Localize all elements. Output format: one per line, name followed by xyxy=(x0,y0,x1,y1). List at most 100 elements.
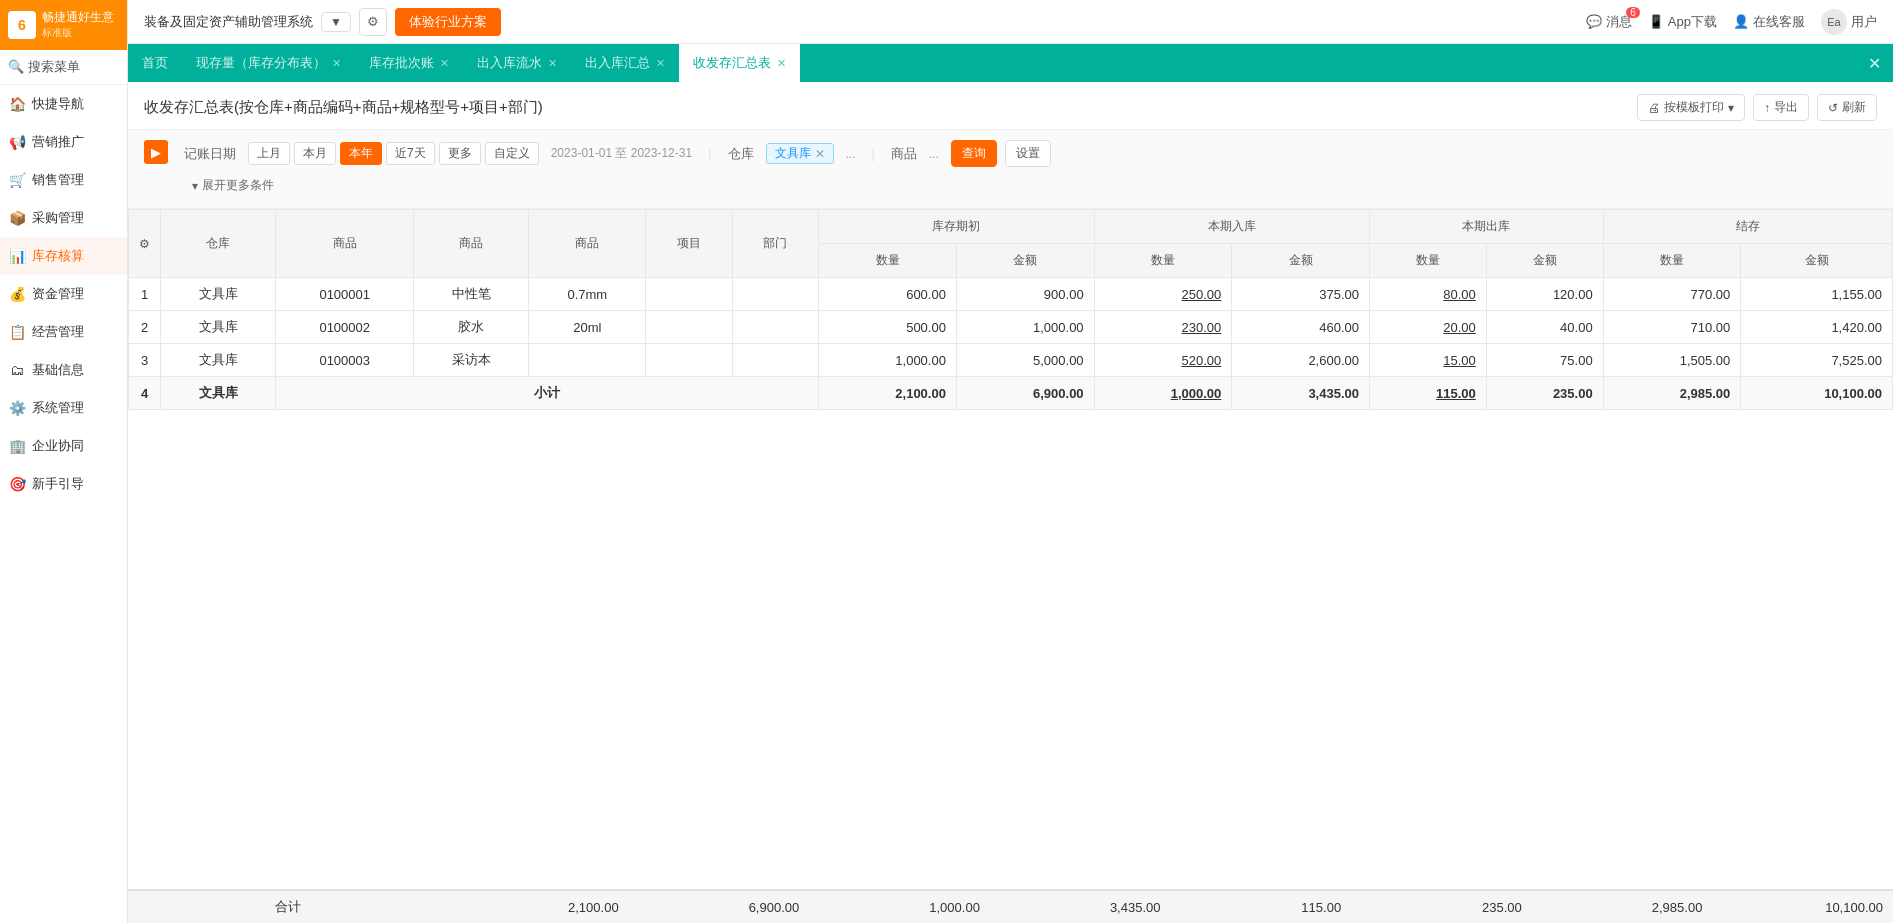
tab-close-batch[interactable]: ✕ xyxy=(440,57,449,70)
filter-arrow-btn[interactable]: ▶ xyxy=(144,140,168,164)
app-title: 畅捷通好生意 标准版 xyxy=(42,10,114,40)
sidebar-item-purchase[interactable]: 📦 采购管理 xyxy=(0,199,127,237)
date-btn-this-month[interactable]: 本月 xyxy=(294,142,336,165)
sidebar-item-quick-nav[interactable]: 🏠 快捷导航 xyxy=(0,85,127,123)
row-balance-qty: 1,505.00 xyxy=(1603,344,1741,377)
row-opening-amt: 1,000.00 xyxy=(956,311,1094,344)
close-all-tabs[interactable]: ✕ xyxy=(1856,54,1893,73)
operations-icon: 📋 xyxy=(8,323,26,341)
tab-close-recv-send-sum[interactable]: ✕ xyxy=(777,57,786,70)
row-out-qty[interactable]: 80.00 xyxy=(1369,278,1486,311)
tab-close-inout-sum[interactable]: ✕ xyxy=(656,57,665,70)
col-in-qty: 数量 xyxy=(1094,244,1232,278)
row-out-amt: 40.00 xyxy=(1486,311,1603,344)
tab-stock-dist[interactable]: 现存量（库存分布表） ✕ xyxy=(182,44,355,82)
basic-info-icon: 🗂 xyxy=(8,361,26,379)
row-in-qty[interactable]: 250.00 xyxy=(1094,278,1232,311)
print-button[interactable]: 🖨 按模板打印 ▾ xyxy=(1637,94,1745,121)
date-btn-last-month[interactable]: 上月 xyxy=(248,142,290,165)
refresh-button[interactable]: ↺ 刷新 xyxy=(1817,94,1877,121)
page-header: 收发存汇总表(按仓库+商品编码+商品+规格型号+项目+部门) 🖨 按模板打印 ▾… xyxy=(128,82,1893,130)
sidebar-item-enterprise[interactable]: 🏢 企业协同 xyxy=(0,427,127,465)
col-group-balance: 结存 xyxy=(1603,210,1892,244)
sidebar-item-system[interactable]: ⚙️ 系统管理 xyxy=(0,389,127,427)
table-row: 3 文具库 0100003 采访本 1,000.00 5,000.00 520.… xyxy=(129,344,1893,377)
subtotal-row: 4 文具库 小计 2,100.00 6,900.00 1,000.00 3,43… xyxy=(129,377,1893,410)
sidebar-item-inventory[interactable]: 📊 库存核算 xyxy=(0,237,127,275)
purchase-icon: 📦 xyxy=(8,209,26,227)
expand-conditions-btn[interactable]: ▾ 展开更多条件 xyxy=(184,173,1051,198)
row-opening-qty: 500.00 xyxy=(819,311,957,344)
row-out-qty[interactable]: 15.00 xyxy=(1369,344,1486,377)
user-item[interactable]: Ea 用户 xyxy=(1821,9,1877,35)
row-goods-spec: 0.7mm xyxy=(529,278,646,311)
row-in-qty[interactable]: 520.00 xyxy=(1094,344,1232,377)
search-icon: 🔍 xyxy=(8,59,24,74)
subtotal-label: 小计 xyxy=(276,377,819,410)
sidebar-item-basic-info[interactable]: 🗂 基础信息 xyxy=(0,351,127,389)
topbar-left: 装备及固定资产辅助管理系统 ▼ ⚙ 体验行业方案 xyxy=(144,8,501,36)
row-goods-code: 0100002 xyxy=(276,311,414,344)
row-project xyxy=(646,344,733,377)
date-btn-this-year[interactable]: 本年 xyxy=(340,142,382,165)
date-buttons: 上月 本月 本年 近7天 更多 自定义 xyxy=(248,142,539,165)
settings-button[interactable]: 设置 xyxy=(1005,140,1051,167)
date-btn-custom[interactable]: 自定义 xyxy=(485,142,539,165)
total-balance-amt: 10,100.00 xyxy=(1712,900,1893,915)
row-seq: 1 xyxy=(129,278,161,311)
date-label: 记账日期 xyxy=(184,145,236,163)
sidebar-item-operations[interactable]: 📋 经营管理 xyxy=(0,313,127,351)
row-goods-spec xyxy=(529,344,646,377)
subtotal-warehouse: 文具库 xyxy=(161,377,276,410)
trial-button[interactable]: 体验行业方案 xyxy=(395,8,501,36)
row-balance-amt: 7,525.00 xyxy=(1741,344,1893,377)
subtotal-out-qty[interactable]: 115.00 xyxy=(1369,377,1486,410)
app-download-item[interactable]: 📱 App下载 xyxy=(1648,13,1717,31)
subtotal-opening-amt: 6,900.00 xyxy=(956,377,1094,410)
tab-home[interactable]: 首页 xyxy=(128,44,182,82)
export-button[interactable]: ↑ 导出 xyxy=(1753,94,1809,121)
tab-inout-sum[interactable]: 出入库汇总 ✕ xyxy=(571,44,679,82)
tab-batch[interactable]: 库存批次账 ✕ xyxy=(355,44,463,82)
row-in-amt: 460.00 xyxy=(1232,311,1370,344)
row-in-qty[interactable]: 230.00 xyxy=(1094,311,1232,344)
topbar-right: 💬 消息 6 📱 App下载 👤 在线客服 Ea 用户 xyxy=(1586,9,1877,35)
subtotal-in-qty[interactable]: 1,000.00 xyxy=(1094,377,1232,410)
table-row: 2 文具库 0100002 胶水 20ml 500.00 1,000.00 23… xyxy=(129,311,1893,344)
online-service-item[interactable]: 👤 在线客服 xyxy=(1733,13,1805,31)
warehouse-tag-close[interactable]: ✕ xyxy=(815,147,825,161)
goods-more[interactable]: ... xyxy=(929,147,939,161)
tab-inout-flow[interactable]: 出入库流水 ✕ xyxy=(463,44,571,82)
marketing-icon: 📢 xyxy=(8,133,26,151)
tab-close-stock-dist[interactable]: ✕ xyxy=(332,57,341,70)
gear-icon[interactable]: ⚙ xyxy=(359,8,387,36)
row-department xyxy=(732,344,819,377)
sidebar-item-finance[interactable]: 💰 资金管理 xyxy=(0,275,127,313)
col-group-out: 本期出库 xyxy=(1369,210,1603,244)
tab-recv-send-sum[interactable]: 收发存汇总表 ✕ xyxy=(679,44,800,82)
sidebar-item-sales[interactable]: 🛒 销售管理 xyxy=(0,161,127,199)
date-btn-more[interactable]: 更多 xyxy=(439,142,481,165)
row-opening-qty: 1,000.00 xyxy=(819,344,957,377)
col-out-amt: 金额 xyxy=(1486,244,1603,278)
print-icon: 🖨 xyxy=(1648,101,1660,115)
system-selector[interactable]: ▼ xyxy=(321,12,351,32)
col-goods-name: 商品 xyxy=(414,210,529,278)
sidebar-item-marketing[interactable]: 📢 营销推广 xyxy=(0,123,127,161)
message-badge: 6 xyxy=(1626,7,1640,18)
system-icon: ⚙️ xyxy=(8,399,26,417)
date-btn-7days[interactable]: 近7天 xyxy=(386,142,435,165)
row-out-amt: 75.00 xyxy=(1486,344,1603,377)
warehouse-more[interactable]: ... xyxy=(846,147,856,161)
row-out-amt: 120.00 xyxy=(1486,278,1603,311)
sidebar-item-guide[interactable]: 🎯 新手引导 xyxy=(0,465,127,503)
tab-close-inout-flow[interactable]: ✕ xyxy=(548,57,557,70)
message-item[interactable]: 💬 消息 6 xyxy=(1586,13,1632,31)
filter-row: 记账日期 上月 本月 本年 近7天 更多 自定义 2023-01-01 至 20… xyxy=(184,140,1051,167)
data-table: ⚙ 仓库 商品 商品 商品 项目 部门 库存期初 本期入库 本期出库 结存 xyxy=(128,209,1893,410)
sidebar-item-search[interactable]: 🔍 搜索菜单 xyxy=(0,50,127,85)
query-button[interactable]: 查询 xyxy=(951,140,997,167)
col-goods-code: 商品 xyxy=(276,210,414,278)
row-seq: 3 xyxy=(129,344,161,377)
row-out-qty[interactable]: 20.00 xyxy=(1369,311,1486,344)
